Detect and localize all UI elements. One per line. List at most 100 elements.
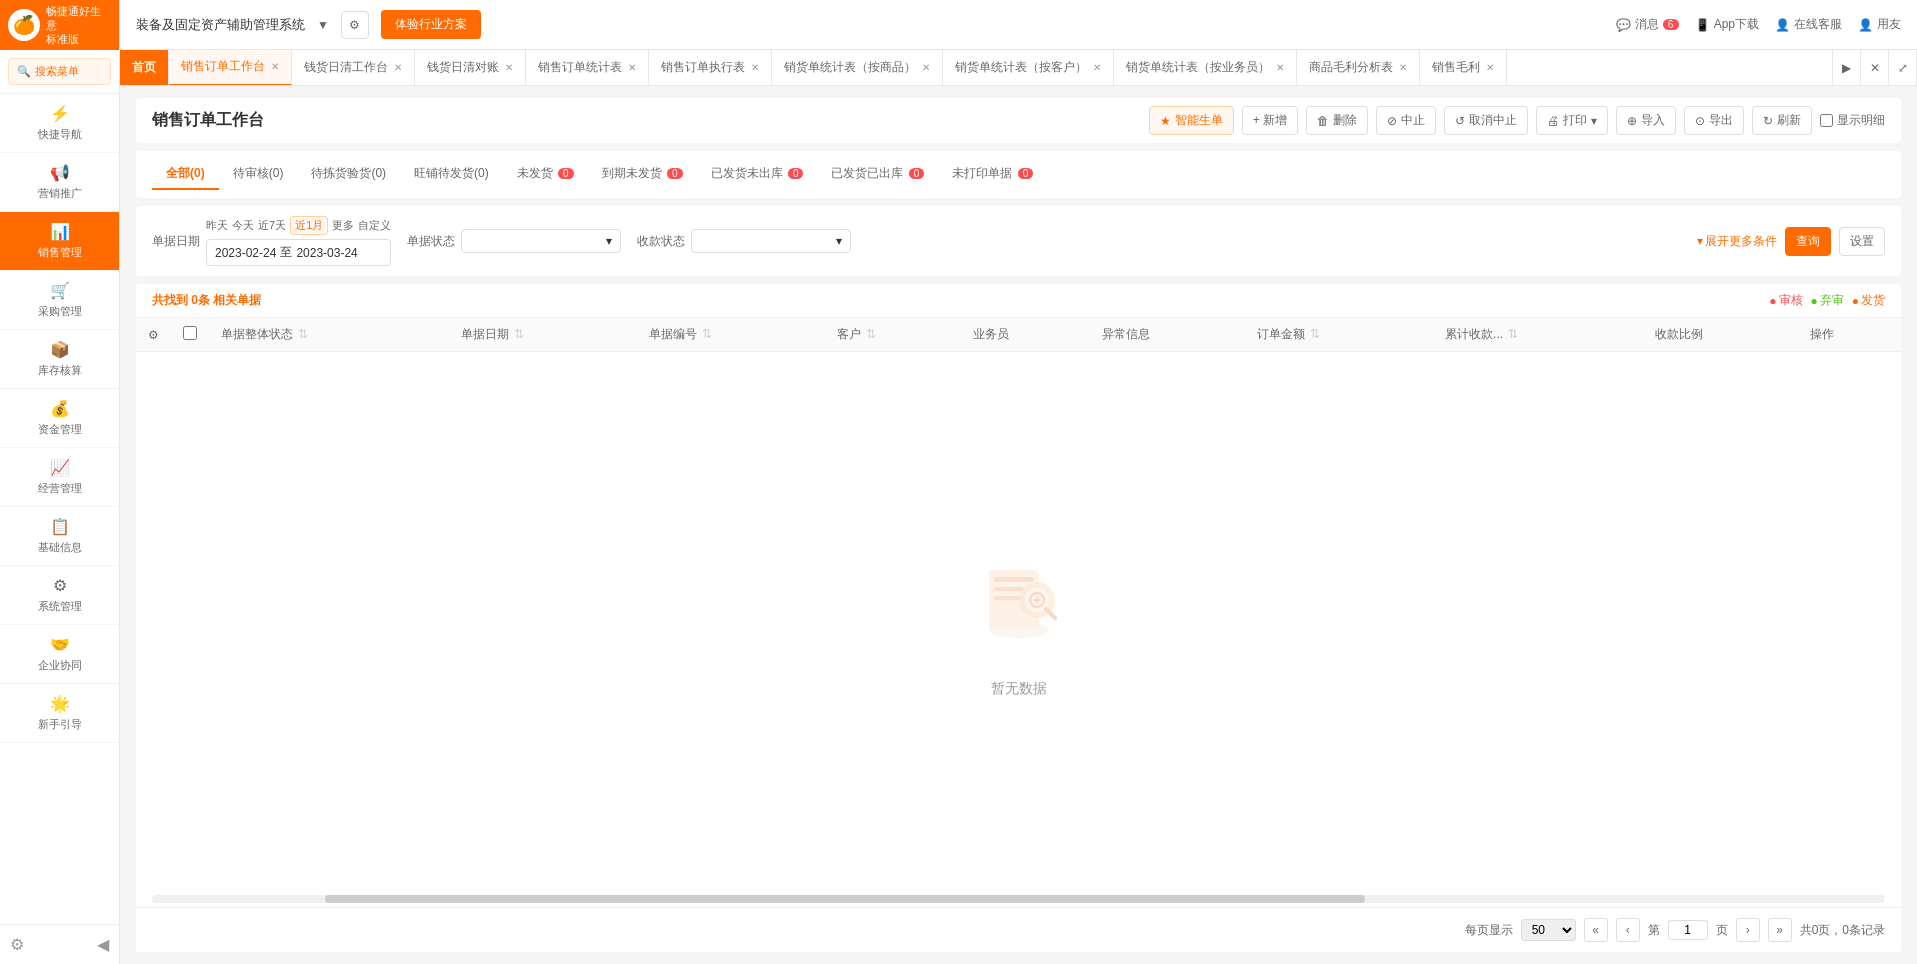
solution-button[interactable]: 体验行业方案 [381, 10, 481, 39]
next-page-button[interactable]: › [1736, 918, 1760, 942]
tab-sales-workbench[interactable]: 销售订单工作台 ✕ [169, 50, 292, 86]
close-tab-sales-exec[interactable]: ✕ [751, 62, 759, 73]
print-button[interactable]: 🖨 打印 ▾ [1536, 106, 1608, 135]
settings-columns-icon[interactable]: ⚙ [148, 328, 159, 342]
tab-close-all-button[interactable]: ✕ [1861, 50, 1889, 86]
filter-tab-all[interactable]: 全部(0) [152, 159, 219, 190]
close-tab-sales-workbench[interactable]: ✕ [271, 61, 279, 72]
date-input-range[interactable]: 2023-02-24 至 2023-03-24 [206, 239, 391, 266]
scrollbar-thumb[interactable] [325, 895, 1365, 903]
show-detail-checkbox[interactable] [1820, 114, 1833, 127]
expand-conditions-button[interactable]: ▾ 展开更多条件 [1697, 233, 1777, 250]
col-exception-header[interactable]: 异常信息 [1090, 318, 1245, 352]
search-settings-button[interactable]: 设置 [1839, 227, 1885, 256]
delete-button[interactable]: 🗑 删除 [1306, 106, 1368, 135]
filter-tab-not-shipped[interactable]: 未发货 0 [503, 159, 588, 190]
page-number-input[interactable] [1668, 920, 1708, 940]
close-tab-sales-summary-staff[interactable]: ✕ [1276, 62, 1284, 73]
batch-ship-button[interactable]: ● 发货 [1852, 292, 1885, 309]
tab-home[interactable]: 首页 [120, 50, 169, 86]
tab-maximize-button[interactable]: ⤢ [1889, 50, 1917, 86]
horizontal-scrollbar[interactable] [152, 895, 1885, 903]
close-tab-cash-reconcile[interactable]: ✕ [505, 62, 513, 73]
shortcut-more[interactable]: 更多 [332, 218, 354, 233]
prev-page-button[interactable]: ‹ [1616, 918, 1640, 942]
smart-create-button[interactable]: ★ 智能生单 [1149, 106, 1234, 135]
tab-sales-stats[interactable]: 销售订单统计表 ✕ [526, 50, 649, 86]
col-number-header[interactable]: 单据编号 ⇅ [637, 318, 825, 352]
status-select[interactable]: ▾ [461, 229, 621, 253]
filter-tab-shipped-out[interactable]: 已发货已出库 0 [817, 159, 938, 190]
last-page-button[interactable]: » [1768, 918, 1792, 942]
sidebar-item-cooperation[interactable]: 🤝 企业协同 [0, 625, 119, 684]
refresh-button[interactable]: ↻ 刷新 [1752, 106, 1812, 135]
cancel-suspend-button[interactable]: ↺ 取消中止 [1444, 106, 1528, 135]
message-button[interactable]: 💬 消息 6 [1616, 16, 1679, 33]
payment-select[interactable]: ▾ [691, 229, 851, 253]
first-page-button[interactable]: « [1584, 918, 1608, 942]
col-status-header[interactable]: 单据整体状态 ⇅ [209, 318, 449, 352]
tab-sales-summary-staff[interactable]: 销货单统计表（按业务员） ✕ [1114, 50, 1297, 86]
shortcut-7days[interactable]: 近7天 [258, 218, 286, 233]
col-collected-header[interactable]: 累计收款... ⇅ [1433, 318, 1643, 352]
tab-cash-daily[interactable]: 钱货日清工作台 ✕ [292, 50, 415, 86]
user-avatar[interactable]: 👤 用友 [1858, 16, 1901, 33]
add-button[interactable]: + 新增 [1242, 106, 1298, 135]
col-customer-header[interactable]: 客户 ⇅ [825, 318, 961, 352]
tab-prev-button[interactable]: ▶ [1833, 50, 1861, 86]
filter-tab-expired-not-shipped[interactable]: 到期未发货 0 [588, 159, 697, 190]
filter-tab-shipped-not-out[interactable]: 已发货未出库 0 [697, 159, 818, 190]
col-amount-header[interactable]: 订单金额 ⇅ [1245, 318, 1433, 352]
close-tab-gross-profit[interactable]: ✕ [1399, 62, 1407, 73]
tab-sales-summary-customer[interactable]: 销货单统计表（按客户） ✕ [943, 50, 1114, 86]
close-tab-sales-stats[interactable]: ✕ [628, 62, 636, 73]
shortcut-custom[interactable]: 自定义 [358, 218, 391, 233]
sidebar-item-sales[interactable]: 📊 销售管理 [0, 212, 119, 271]
sidebar-item-finance[interactable]: 💰 资金管理 [0, 389, 119, 448]
show-detail-label[interactable]: 显示明细 [1820, 112, 1885, 129]
query-button[interactable]: 查询 [1785, 227, 1831, 256]
export-button[interactable]: ⊙ 导出 [1684, 106, 1744, 135]
topbar-settings-button[interactable]: ⚙ [341, 11, 369, 39]
sidebar-item-base-info[interactable]: 📋 基础信息 [0, 507, 119, 566]
shortcut-1month[interactable]: 近1月 [290, 216, 328, 235]
app-download-button[interactable]: 📱 App下载 [1695, 16, 1759, 33]
sidebar-item-operations[interactable]: 📈 经营管理 [0, 448, 119, 507]
batch-revoke-button[interactable]: ● 弃审 [1811, 292, 1844, 309]
app-title-dropdown[interactable]: ▼ [317, 18, 329, 32]
filter-tab-pending-review[interactable]: 待审核(0) [219, 159, 298, 190]
close-tab-cash-daily[interactable]: ✕ [394, 62, 402, 73]
sidebar-item-guide[interactable]: 🌟 新手引导 [0, 684, 119, 743]
tab-sales-exec[interactable]: 销售订单执行表 ✕ [649, 50, 772, 86]
suspend-button[interactable]: ⊘ 中止 [1376, 106, 1436, 135]
sidebar-settings-button[interactable]: ⚙ [0, 925, 34, 964]
sidebar-item-system[interactable]: ⚙ 系统管理 [0, 566, 119, 625]
tab-cash-reconcile[interactable]: 钱货日清对账 ✕ [415, 50, 526, 86]
finance-icon: 💰 [50, 399, 70, 418]
shortcut-yesterday[interactable]: 昨天 [206, 218, 228, 233]
select-all-checkbox[interactable] [183, 326, 197, 340]
online-service-button[interactable]: 👤 在线客服 [1775, 16, 1842, 33]
filter-tab-pending-inspect[interactable]: 待拣货验货(0) [297, 159, 400, 190]
close-tab-sales-more[interactable]: ✕ [1486, 62, 1494, 73]
tab-sales-summary-product[interactable]: 销货单统计表（按商品） ✕ [772, 50, 943, 86]
sidebar-item-inventory[interactable]: 📦 库存核算 [0, 330, 119, 389]
sidebar-collapse-button[interactable]: ◀ [87, 925, 119, 964]
search-menu-button[interactable]: 🔍 搜索菜单 [8, 58, 111, 85]
tab-gross-profit[interactable]: 商品毛利分析表 ✕ [1297, 50, 1420, 86]
page-size-select[interactable]: 50 100 200 [1521, 919, 1576, 941]
filter-tab-wangpu-pending[interactable]: 旺铺待发货(0) [400, 159, 503, 190]
close-tab-sales-summary-product[interactable]: ✕ [922, 62, 930, 73]
batch-review-button[interactable]: ● 审核 [1769, 292, 1802, 309]
col-date-header[interactable]: 单据日期 ⇅ [449, 318, 637, 352]
col-staff-header[interactable]: 业务员 [961, 318, 1090, 352]
sidebar-bottom: ⚙ ◀ [0, 924, 119, 964]
import-button[interactable]: ⊕ 导入 [1616, 106, 1676, 135]
shortcut-today[interactable]: 今天 [232, 218, 254, 233]
tab-sales-more[interactable]: 销售毛利 ✕ [1420, 50, 1507, 86]
sidebar-item-purchase[interactable]: 🛒 采购管理 [0, 271, 119, 330]
close-tab-sales-summary-customer[interactable]: ✕ [1093, 62, 1101, 73]
sidebar-item-quick-nav[interactable]: ⚡ 快捷导航 [0, 94, 119, 153]
filter-tab-unprinted[interactable]: 未打印单据 0 [938, 159, 1047, 190]
sidebar-item-marketing[interactable]: 📢 营销推广 [0, 153, 119, 212]
